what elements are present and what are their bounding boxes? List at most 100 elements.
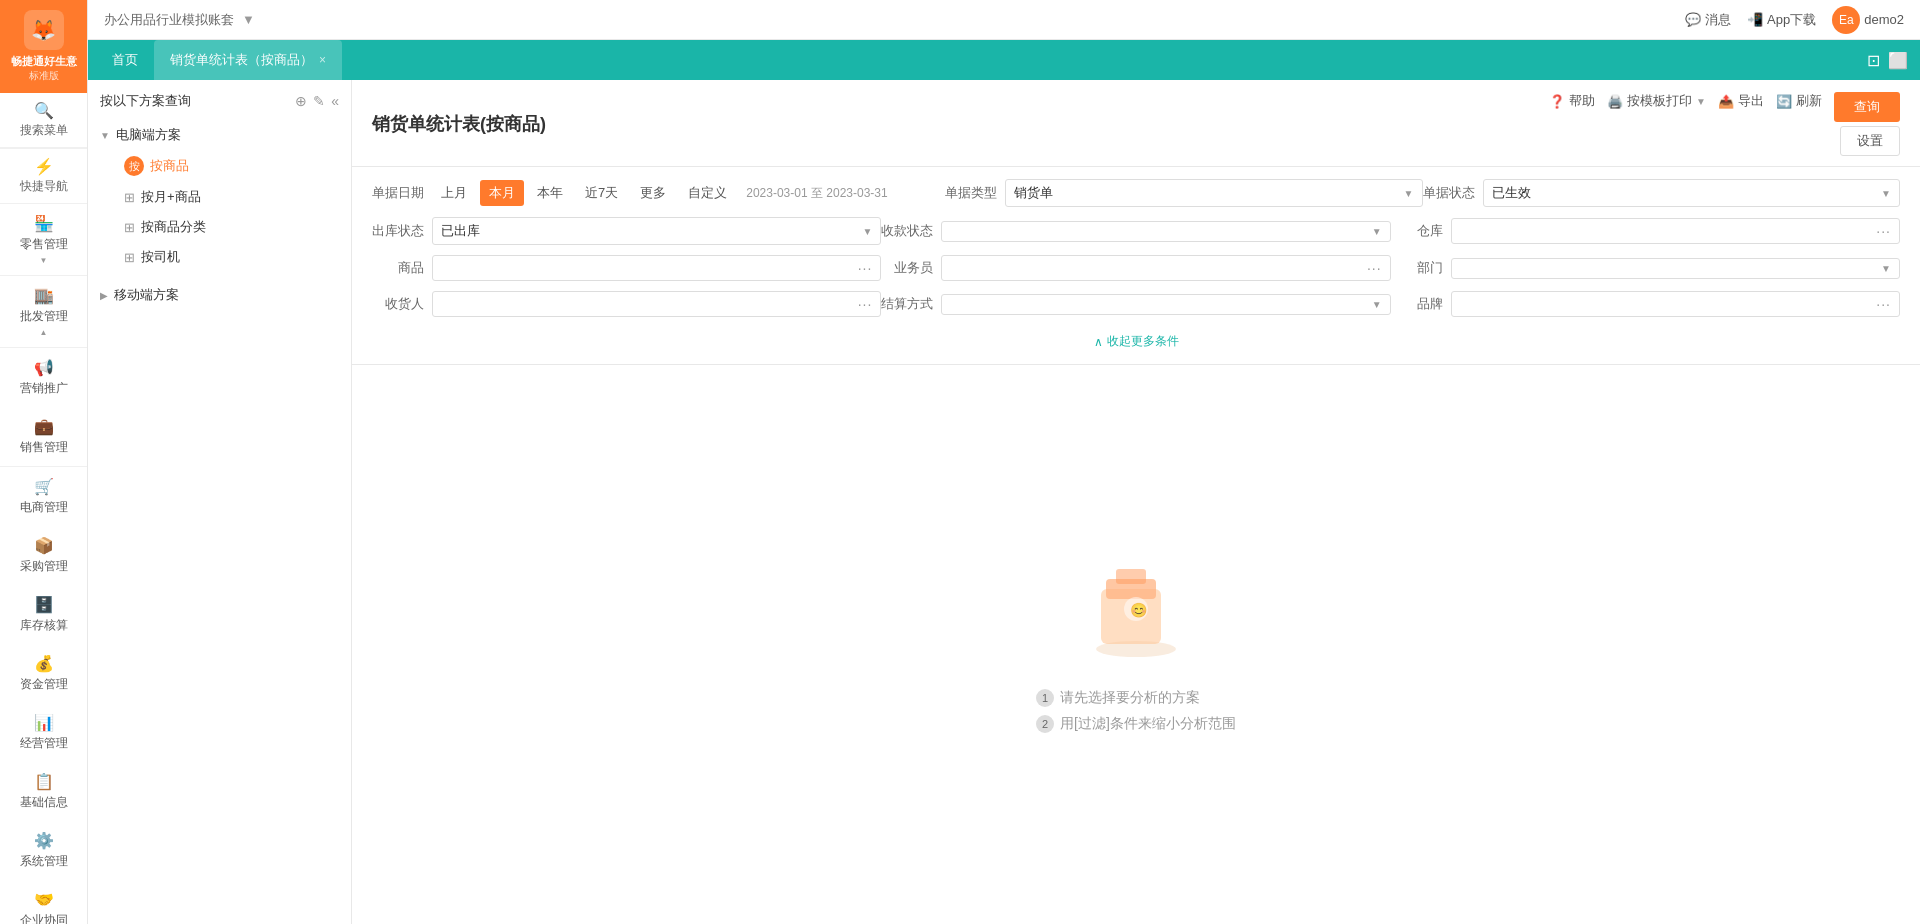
filter-brand: 品牌 ··· xyxy=(1391,291,1900,317)
app-download-btn[interactable]: 📲 App下载 xyxy=(1747,11,1816,29)
page-actions: ❓ 帮助 🖨️ 按模板打印 ▼ 📤 导出 xyxy=(1549,92,1822,110)
tab-maximize-icon[interactable]: ⬜ xyxy=(1888,51,1908,70)
export-btn[interactable]: 📤 导出 xyxy=(1718,92,1764,110)
empty-icon: 😊 xyxy=(1076,549,1196,669)
receipt-status-label: 收款状态 xyxy=(881,222,941,240)
tree-item-by-product[interactable]: 按 按商品 xyxy=(112,150,351,182)
main-area: 办公用品行业模拟账套 ▼ 💬 消息 📲 App下载 Ea demo2 首页 xyxy=(88,0,1920,924)
date-btn-custom[interactable]: 自定义 xyxy=(679,180,736,206)
tree-item-by-month-product[interactable]: ⊞ 按月+商品 xyxy=(112,182,351,212)
receiver-more-btn[interactable]: ··· xyxy=(858,296,873,312)
settings-button[interactable]: 设置 xyxy=(1840,126,1900,156)
print-dropdown-icon[interactable]: ▼ xyxy=(1696,96,1706,107)
sidebar-item-ecommerce[interactable]: 🛒 电商管理 xyxy=(0,467,87,526)
header-left: 办公用品行业模拟账套 ▼ xyxy=(104,11,255,29)
top-header: 办公用品行业模拟账套 ▼ 💬 消息 📲 App下载 Ea demo2 xyxy=(88,0,1920,40)
sidebar-item-finance[interactable]: 💰 资金管理 xyxy=(0,644,87,703)
salesperson-input[interactable]: ··· xyxy=(941,255,1390,281)
filter-receiver: 收货人 ··· xyxy=(372,291,881,317)
sidebar-item-retail[interactable]: 🏪 零售管理 ▼ xyxy=(0,204,87,275)
sidebar-item-basic[interactable]: 📋 基础信息 xyxy=(0,762,87,821)
sidebar-item-sales[interactable]: 💼 销售管理 xyxy=(0,407,87,466)
tree-expand-icon[interactable]: ▼ xyxy=(100,130,110,141)
print-icon: 🖨️ xyxy=(1607,94,1623,109)
tab-restore-icon[interactable]: ⊡ xyxy=(1867,51,1880,70)
workspace-dropdown-icon[interactable]: ▼ xyxy=(242,12,255,27)
out-status-select[interactable]: 已出库 ▼ xyxy=(432,217,881,245)
receiver-input[interactable]: ··· xyxy=(432,291,881,317)
date-btn-7days[interactable]: 近7天 xyxy=(576,180,627,206)
doc-status-select[interactable]: 已生效 ▼ xyxy=(1483,179,1901,207)
tree-mobile-expand-icon[interactable]: ▶ xyxy=(100,290,108,301)
tab-active[interactable]: 销货单统计表（按商品） × xyxy=(154,40,342,80)
tree-group-label: 电脑端方案 xyxy=(116,126,181,144)
collapse-panel-btn[interactable]: « xyxy=(331,93,339,109)
doc-type-select[interactable]: 销货单 ▼ xyxy=(1005,179,1423,207)
product-input[interactable]: ··· xyxy=(432,255,881,281)
sidebar: 🦊 畅捷通好生意 标准版 🔍 搜索菜单 ⚡ 快捷导航 🏪 零售管理 ▼ 🏬 批发… xyxy=(0,0,88,924)
date-btn-last-month[interactable]: 上月 xyxy=(432,180,476,206)
svg-rect-3 xyxy=(1116,569,1146,584)
sidebar-item-inventory[interactable]: 🗄️ 库存核算 xyxy=(0,585,87,644)
brand-more-btn[interactable]: ··· xyxy=(1876,296,1891,312)
sidebar-item-system[interactable]: ⚙️ 系统管理 xyxy=(0,821,87,880)
workspace-label: 办公用品行业模拟账套 xyxy=(104,11,234,29)
download-icon: 📲 xyxy=(1747,12,1763,27)
date-btn-this-month[interactable]: 本月 xyxy=(480,180,524,206)
department-label: 部门 xyxy=(1391,259,1451,277)
edit-scheme-btn[interactable]: ✎ xyxy=(313,93,325,109)
salesperson-more-btn[interactable]: ··· xyxy=(1367,260,1382,276)
help-btn[interactable]: ❓ 帮助 xyxy=(1549,92,1595,110)
warehouse-more-btn[interactable]: ··· xyxy=(1876,223,1891,239)
settlement-select[interactable]: ▼ xyxy=(941,294,1390,315)
filter-row-4: 收货人 ··· 结算方式 ▼ 品牌 xyxy=(372,291,1900,317)
filter-doc-status: 单据状态 已生效 ▼ xyxy=(1423,179,1901,207)
sidebar-search-label: 搜索菜单 xyxy=(20,122,68,139)
query-button[interactable]: 查询 xyxy=(1834,92,1900,122)
warehouse-input[interactable]: ··· xyxy=(1451,218,1900,244)
sidebar-item-enterprise[interactable]: 🤝 企业协同 xyxy=(0,880,87,924)
tab-home[interactable]: 首页 xyxy=(96,40,154,80)
product-more-btn[interactable]: ··· xyxy=(858,260,873,276)
filter-row-2: 出库状态 已出库 ▼ 收款状态 ▼ 仓库 xyxy=(372,217,1900,245)
tree-item-by-category[interactable]: ⊞ 按商品分类 xyxy=(112,212,351,242)
tab-close-icon[interactable]: × xyxy=(319,53,326,67)
filter-department: 部门 ▼ xyxy=(1391,258,1900,279)
page-title: 销货单统计表(按商品) xyxy=(372,112,546,136)
print-btn[interactable]: 🖨️ 按模板打印 ▼ xyxy=(1607,92,1706,110)
filter-out-status: 出库状态 已出库 ▼ xyxy=(372,217,881,245)
receipt-status-select[interactable]: ▼ xyxy=(941,221,1390,242)
tree-item-by-cashier[interactable]: ⊞ 按司机 xyxy=(112,242,351,272)
sidebar-item-purchase[interactable]: 📦 采购管理 xyxy=(0,526,87,585)
receipt-status-dropdown-icon: ▼ xyxy=(1372,226,1382,237)
purchase-icon: 📦 xyxy=(34,536,54,555)
doc-status-dropdown-icon: ▼ xyxy=(1881,188,1891,199)
sidebar-logo[interactable]: 🦊 畅捷通好生意 标准版 xyxy=(0,0,87,93)
collapse-btn[interactable]: ∧ 收起更多条件 xyxy=(1094,333,1179,350)
tree-group-mobile: ▶ 移动端方案 xyxy=(88,280,351,310)
username: demo2 xyxy=(1864,12,1904,27)
sidebar-item-marketing[interactable]: 📢 营销推广 xyxy=(0,348,87,407)
sidebar-item-wholesale[interactable]: 🏬 批发管理 ▲ xyxy=(0,276,87,347)
refresh-btn[interactable]: 🔄 刷新 xyxy=(1776,92,1822,110)
filter-product: 商品 ··· xyxy=(372,255,881,281)
date-btn-this-year[interactable]: 本年 xyxy=(528,180,572,206)
date-btn-more[interactable]: 更多 xyxy=(631,180,675,206)
message-btn[interactable]: 💬 消息 xyxy=(1685,11,1731,29)
empty-state: 😊 1 请先选择要分析的方案 2 用[过滤]条件来缩小分析范围 xyxy=(352,365,1920,924)
sidebar-item-operations[interactable]: 📊 经营管理 xyxy=(0,703,87,762)
out-status-value: 已出库 xyxy=(441,222,480,240)
hint-num-1: 1 xyxy=(1036,689,1054,707)
user-menu[interactable]: Ea demo2 xyxy=(1832,6,1904,34)
chevron-up-icon: ▲ xyxy=(40,328,48,337)
doc-type-label: 单据类型 xyxy=(945,184,1005,202)
sidebar-quick-nav[interactable]: ⚡ 快捷导航 xyxy=(0,149,87,203)
grid-icon-1: ⊞ xyxy=(124,190,135,205)
department-select[interactable]: ▼ xyxy=(1451,258,1900,279)
add-scheme-btn[interactable]: ⊕ xyxy=(295,93,307,109)
header-right: 💬 消息 📲 App下载 Ea demo2 xyxy=(1685,6,1904,34)
retail-icon: 🏪 xyxy=(34,214,54,233)
receiver-label: 收货人 xyxy=(372,295,432,313)
brand-input[interactable]: ··· xyxy=(1451,291,1900,317)
sidebar-search[interactable]: 🔍 搜索菜单 xyxy=(0,93,87,148)
